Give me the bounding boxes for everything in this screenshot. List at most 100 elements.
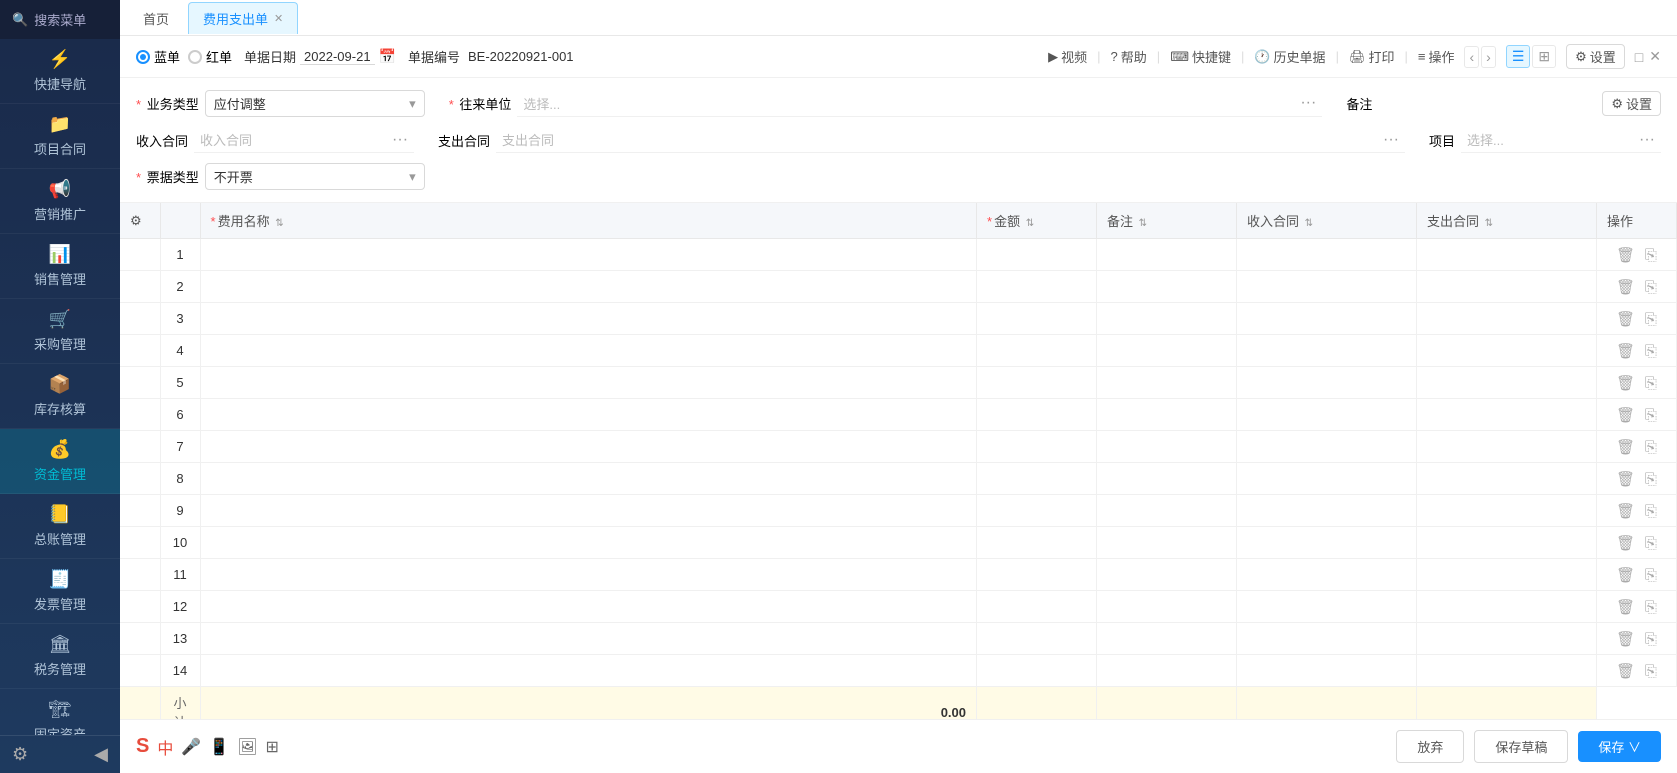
row-remark-1[interactable] [1097,239,1237,271]
row-remark-7[interactable] [1097,431,1237,463]
expense-contract-input[interactable]: 支出合同 [502,130,1381,149]
prev-arrow[interactable]: ‹ [1464,46,1479,68]
th-expense-name[interactable]: *费用名称 ⇅ [200,203,977,239]
copy-icon-8[interactable]: ⎘ [1645,471,1657,488]
counterpart-placeholder[interactable]: 选择... [523,94,1298,113]
row-expense-contract-4[interactable] [1417,335,1597,367]
delete-icon-1[interactable]: 🗑 [1616,247,1635,264]
delete-icon-2[interactable]: 🗑 [1616,279,1635,296]
row-income-contract-2[interactable] [1237,271,1417,303]
row-expense-contract-12[interactable] [1417,591,1597,623]
row-expense-contract-5[interactable] [1417,367,1597,399]
row-income-contract-4[interactable] [1237,335,1417,367]
row-remark-13[interactable] [1097,623,1237,655]
shortcut-btn[interactable]: ⌨ 快捷键 [1170,47,1231,66]
delete-icon-12[interactable]: 🗑 [1616,599,1635,616]
copy-icon-14[interactable]: ⎘ [1645,663,1657,680]
delete-icon-10[interactable]: 🗑 [1616,535,1635,552]
row-expense-contract-3[interactable] [1417,303,1597,335]
row-expense-name-6[interactable] [200,399,977,431]
row-remark-5[interactable] [1097,367,1237,399]
sidebar-item-project-contract[interactable]: 📁 项目合同 [0,104,120,169]
tab-close-expense-bill[interactable]: ✕ [274,12,283,25]
pic-icon[interactable]: 🖼 [237,737,257,757]
row-remark-6[interactable] [1097,399,1237,431]
row-expense-name-2[interactable] [200,271,977,303]
income-contract-ellipsis[interactable]: ··· [392,131,408,149]
row-expense-contract-2[interactable] [1417,271,1597,303]
grid-icon[interactable]: ⊞ [266,737,279,757]
sidebar-item-general-ledger[interactable]: 📒 总账管理 [0,494,120,559]
row-expense-contract-7[interactable] [1417,431,1597,463]
date-value[interactable]: 2022-09-21 [300,49,375,65]
row-expense-name-4[interactable] [200,335,977,367]
row-income-contract-5[interactable] [1237,367,1417,399]
row-amount-1[interactable] [977,239,1097,271]
copy-icon-6[interactable]: ⎘ [1645,407,1657,424]
next-arrow[interactable]: › [1481,46,1496,68]
row-income-contract-3[interactable] [1237,303,1417,335]
delete-icon-7[interactable]: 🗑 [1616,439,1635,456]
sidebar-item-tax-mgmt[interactable]: 🏛 税务管理 [0,624,120,689]
th-remark[interactable]: 备注 ⇅ [1097,203,1237,239]
save-draft-button[interactable]: 保存草稿 [1474,730,1568,763]
delete-icon-5[interactable]: 🗑 [1616,375,1635,392]
sidebar-item-fixed-assets[interactable]: 🏗 固定资产 [0,689,120,735]
row-expense-contract-9[interactable] [1417,495,1597,527]
row-income-contract-10[interactable] [1237,527,1417,559]
phone-icon[interactable]: 📱 [209,737,229,757]
sidebar-item-sales-mgmt[interactable]: 📊 销售管理 [0,234,120,299]
copy-icon-1[interactable]: ⎘ [1645,247,1657,264]
row-amount-9[interactable] [977,495,1097,527]
copy-icon-9[interactable]: ⎘ [1645,503,1657,520]
history-btn[interactable]: 🕐 历史单据 [1254,47,1325,66]
zhong-icon[interactable]: 中 [157,735,173,759]
project-input[interactable]: 选择... [1467,130,1637,149]
project-ellipsis[interactable]: ··· [1639,131,1655,149]
row-expense-name-1[interactable] [200,239,977,271]
biz-type-select[interactable]: 应付调整 ▾ [205,90,425,117]
row-remark-4[interactable] [1097,335,1237,367]
copy-icon-7[interactable]: ⎘ [1645,439,1657,456]
row-income-contract-7[interactable] [1237,431,1417,463]
copy-icon-13[interactable]: ⎘ [1645,631,1657,648]
row-amount-14[interactable] [977,655,1097,687]
tab-expense-bill[interactable]: 费用支出单✕ [188,2,298,34]
counterpart-ellipsis[interactable]: ··· [1300,94,1316,112]
video-btn[interactable]: ▶ 视频 [1048,47,1087,66]
setting-btn[interactable]: ⚙ 设置 [1566,44,1625,69]
table-settings-col[interactable]: ⚙ [120,203,160,239]
sidebar-item-purchase-mgmt[interactable]: 🛒 采购管理 [0,299,120,364]
th-income-contract[interactable]: 收入合同 ⇅ [1237,203,1417,239]
row-expense-name-13[interactable] [200,623,977,655]
row-expense-name-3[interactable] [200,303,977,335]
row-expense-contract-13[interactable] [1417,623,1597,655]
row-amount-11[interactable] [977,559,1097,591]
row-amount-8[interactable] [977,463,1097,495]
row-remark-10[interactable] [1097,527,1237,559]
row-expense-name-12[interactable] [200,591,977,623]
row-remark-11[interactable] [1097,559,1237,591]
row-amount-5[interactable] [977,367,1097,399]
income-contract-input[interactable]: 收入合同 [200,130,390,149]
row-expense-contract-10[interactable] [1417,527,1597,559]
row-income-contract-1[interactable] [1237,239,1417,271]
row-income-contract-14[interactable] [1237,655,1417,687]
radio-blue[interactable]: 蓝单 [136,47,180,66]
row-amount-7[interactable] [977,431,1097,463]
delete-icon-9[interactable]: 🗑 [1616,503,1635,520]
sidebar-item-inventory[interactable]: 📦 库存核算 [0,364,120,429]
row-income-contract-6[interactable] [1237,399,1417,431]
form-setting-btn[interactable]: ⚙ 设置 [1602,91,1661,116]
save-button[interactable]: 保存 ∨ [1578,731,1661,762]
sidebar-item-quick-nav[interactable]: ⚡ 快捷导航 [0,39,120,104]
row-expense-name-10[interactable] [200,527,977,559]
row-expense-name-9[interactable] [200,495,977,527]
copy-icon-11[interactable]: ⎘ [1645,567,1657,584]
row-income-contract-11[interactable] [1237,559,1417,591]
s-icon[interactable]: S [136,735,149,758]
copy-icon-5[interactable]: ⎘ [1645,375,1657,392]
grid-view-btn[interactable]: ⊞ [1532,45,1556,68]
mic-icon[interactable]: 🎤 [181,737,201,757]
row-remark-12[interactable] [1097,591,1237,623]
